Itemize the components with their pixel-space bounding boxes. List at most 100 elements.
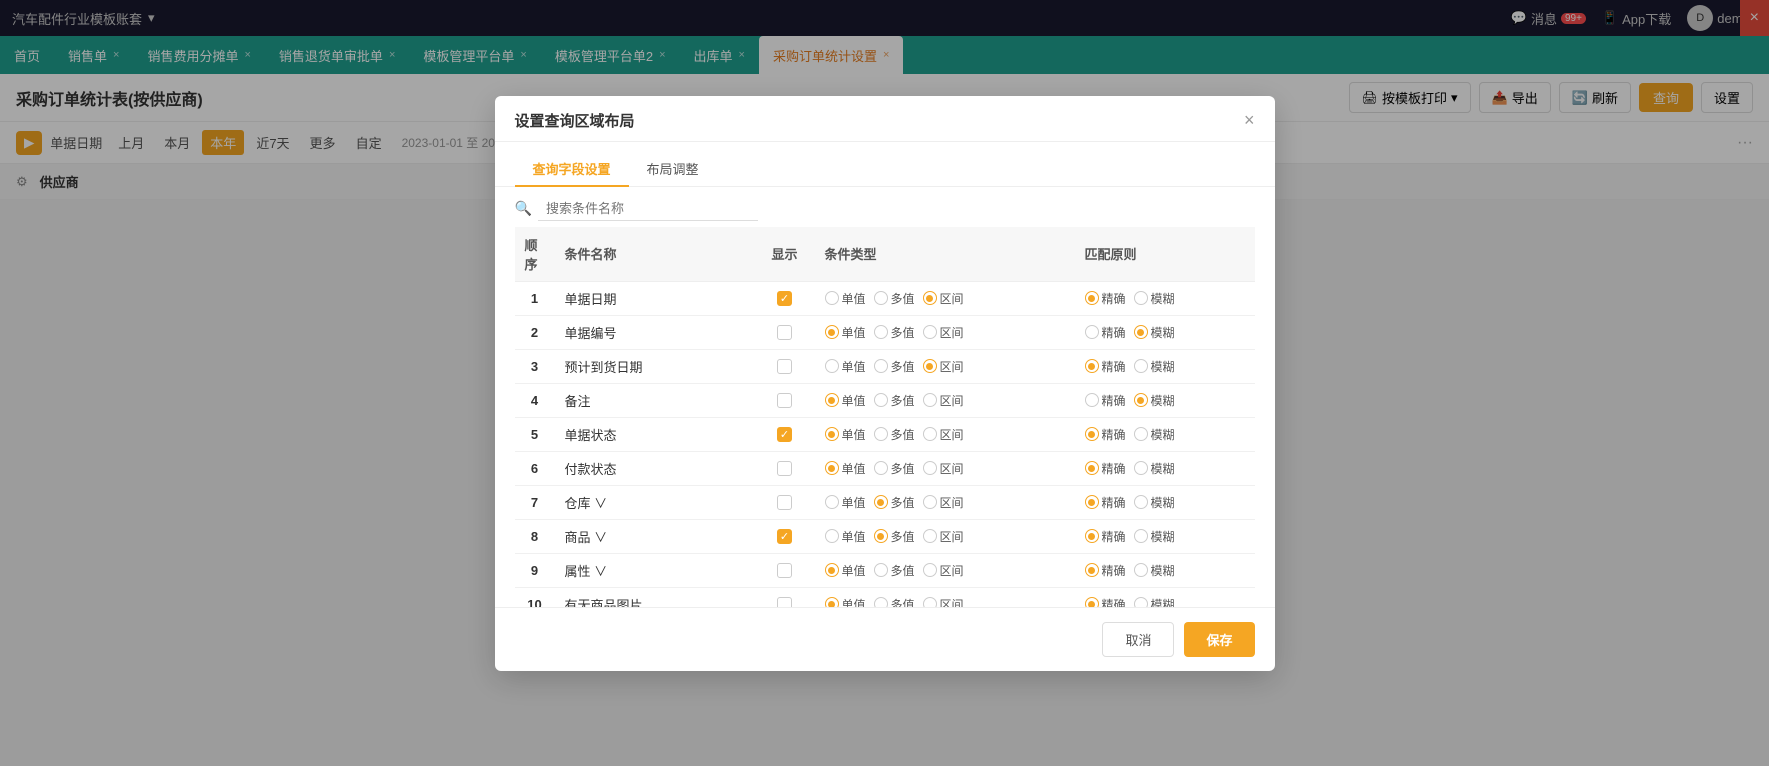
radio-match-精确-10[interactable]: 精确 xyxy=(1085,596,1126,607)
table-row: 3预计到货日期单值多值区间精确模糊 xyxy=(515,349,1255,383)
radio-match-模糊-3[interactable]: 模糊 xyxy=(1134,358,1175,375)
dialog-tab-query-fields[interactable]: 查询字段设置 xyxy=(515,152,629,187)
radio-match-模糊-4[interactable]: 模糊 xyxy=(1134,392,1175,409)
checkbox-display-3[interactable] xyxy=(777,359,792,374)
radio-dot-type-1 xyxy=(825,291,839,305)
radio-match-精确-2[interactable]: 精确 xyxy=(1085,324,1126,341)
radio-match-模糊-2[interactable]: 模糊 xyxy=(1134,324,1175,341)
row-type-4: 单值多值区间 xyxy=(815,383,1075,417)
table-row: 1单据日期单值多值区间精确模糊 xyxy=(515,281,1255,315)
radio-type-多值-4[interactable]: 多值 xyxy=(874,392,915,409)
radio-match-模糊-10[interactable]: 模糊 xyxy=(1134,596,1175,607)
radio-match-精确-9[interactable]: 精确 xyxy=(1085,562,1126,579)
radio-type-单值-8[interactable]: 单值 xyxy=(825,528,866,545)
radio-type-多值-9[interactable]: 多值 xyxy=(874,562,915,579)
row-type-1: 单值多值区间 xyxy=(815,281,1075,315)
radio-match-精确-8[interactable]: 精确 xyxy=(1085,528,1126,545)
radio-dot-match-7 xyxy=(1134,495,1148,509)
radio-type-多值-1[interactable]: 多值 xyxy=(874,290,915,307)
row-display-5[interactable] xyxy=(755,417,815,451)
radio-type-单值-4[interactable]: 单值 xyxy=(825,392,866,409)
checkbox-display-7[interactable] xyxy=(777,495,792,510)
radio-type-区间-3[interactable]: 区间 xyxy=(923,358,964,375)
radio-type-多值-5[interactable]: 多值 xyxy=(874,426,915,443)
radio-dot-type-6 xyxy=(923,461,937,475)
radio-dot-match-5 xyxy=(1134,427,1148,441)
radio-match-精确-5[interactable]: 精确 xyxy=(1085,426,1126,443)
dialog-footer: 取消 保存 xyxy=(495,607,1275,671)
row-display-8[interactable] xyxy=(755,519,815,553)
radio-type-区间-10[interactable]: 区间 xyxy=(923,596,964,607)
radio-type-多值-2[interactable]: 多值 xyxy=(874,324,915,341)
radio-match-精确-7[interactable]: 精确 xyxy=(1085,494,1126,511)
table-row: 4备注单值多值区间精确模糊 xyxy=(515,383,1255,417)
row-name-6: 付款状态 xyxy=(555,451,755,485)
radio-match-模糊-8[interactable]: 模糊 xyxy=(1134,528,1175,545)
row-display-1[interactable] xyxy=(755,281,815,315)
checkbox-display-2[interactable] xyxy=(777,325,792,340)
radio-type-多值-8[interactable]: 多值 xyxy=(874,528,915,545)
radio-match-精确-1[interactable]: 精确 xyxy=(1085,290,1126,307)
radio-dot-type-2 xyxy=(874,325,888,339)
radio-type-单值-6[interactable]: 单值 xyxy=(825,460,866,477)
dialog-tab-layout[interactable]: 布局调整 xyxy=(629,152,717,187)
checkbox-display-4[interactable] xyxy=(777,393,792,408)
radio-dot-type-7 xyxy=(825,495,839,509)
row-match-5: 精确模糊 xyxy=(1075,417,1255,451)
radio-type-区间-7[interactable]: 区间 xyxy=(923,494,964,511)
radio-type-多值-6[interactable]: 多值 xyxy=(874,460,915,477)
checkbox-display-8[interactable] xyxy=(777,529,792,544)
radio-type-单值-7[interactable]: 单值 xyxy=(825,494,866,511)
radio-match-模糊-6[interactable]: 模糊 xyxy=(1134,460,1175,477)
radio-match-模糊-1[interactable]: 模糊 xyxy=(1134,290,1175,307)
radio-dot-type-5 xyxy=(825,427,839,441)
save-button[interactable]: 保存 xyxy=(1184,622,1254,657)
radio-type-多值-7[interactable]: 多值 xyxy=(874,494,915,511)
radio-type-单值-5[interactable]: 单值 xyxy=(825,426,866,443)
radio-type-区间-4[interactable]: 区间 xyxy=(923,392,964,409)
row-order-1: 1 xyxy=(515,281,555,315)
radio-type-多值-3[interactable]: 多值 xyxy=(874,358,915,375)
checkbox-display-6[interactable] xyxy=(777,461,792,476)
radio-match-精确-4[interactable]: 精确 xyxy=(1085,392,1126,409)
checkbox-display-5[interactable] xyxy=(777,427,792,442)
radio-match-精确-6[interactable]: 精确 xyxy=(1085,460,1126,477)
row-display-3[interactable] xyxy=(755,349,815,383)
col-match: 匹配原则 xyxy=(1075,227,1255,282)
row-display-4[interactable] xyxy=(755,383,815,417)
radio-type-区间-5[interactable]: 区间 xyxy=(923,426,964,443)
radio-match-模糊-9[interactable]: 模糊 xyxy=(1134,562,1175,579)
row-display-2[interactable] xyxy=(755,315,815,349)
row-display-6[interactable] xyxy=(755,451,815,485)
radio-type-区间-9[interactable]: 区间 xyxy=(923,562,964,579)
radio-match-精确-3[interactable]: 精确 xyxy=(1085,358,1126,375)
radio-match-模糊-7[interactable]: 模糊 xyxy=(1134,494,1175,511)
dialog-tab-layout-label: 布局调整 xyxy=(647,162,699,177)
radio-type-多值-10[interactable]: 多值 xyxy=(874,596,915,607)
table-row: 10有无商品图片单值多值区间精确模糊 xyxy=(515,587,1255,607)
checkbox-display-10[interactable] xyxy=(777,597,792,607)
radio-type-区间-2[interactable]: 区间 xyxy=(923,324,964,341)
checkbox-display-9[interactable] xyxy=(777,563,792,578)
radio-type-单值-9[interactable]: 单值 xyxy=(825,562,866,579)
radio-type-单值-10[interactable]: 单值 xyxy=(825,596,866,607)
cancel-button[interactable]: 取消 xyxy=(1102,622,1174,657)
row-display-10[interactable] xyxy=(755,587,815,607)
radio-type-区间-6[interactable]: 区间 xyxy=(923,460,964,477)
radio-dot-match-2 xyxy=(1134,325,1148,339)
dialog-close-button[interactable]: × xyxy=(1244,110,1255,131)
radio-type-单值-1[interactable]: 单值 xyxy=(825,290,866,307)
radio-match-模糊-5[interactable]: 模糊 xyxy=(1134,426,1175,443)
radio-type-区间-8[interactable]: 区间 xyxy=(923,528,964,545)
radio-type-单值-3[interactable]: 单值 xyxy=(825,358,866,375)
radio-type-区间-1[interactable]: 区间 xyxy=(923,290,964,307)
radio-dot-match-10 xyxy=(1085,597,1099,607)
radio-type-单值-2[interactable]: 单值 xyxy=(825,324,866,341)
dialog-table: 顺序 条件名称 显示 条件类型 匹配原则 1单据日期单值多值区间精确模糊2单据编… xyxy=(495,227,1275,607)
row-match-1: 精确模糊 xyxy=(1075,281,1255,315)
search-input[interactable] xyxy=(538,197,758,221)
row-display-7[interactable] xyxy=(755,485,815,519)
row-display-9[interactable] xyxy=(755,553,815,587)
row-name-4: 备注 xyxy=(555,383,755,417)
checkbox-display-1[interactable] xyxy=(777,291,792,306)
